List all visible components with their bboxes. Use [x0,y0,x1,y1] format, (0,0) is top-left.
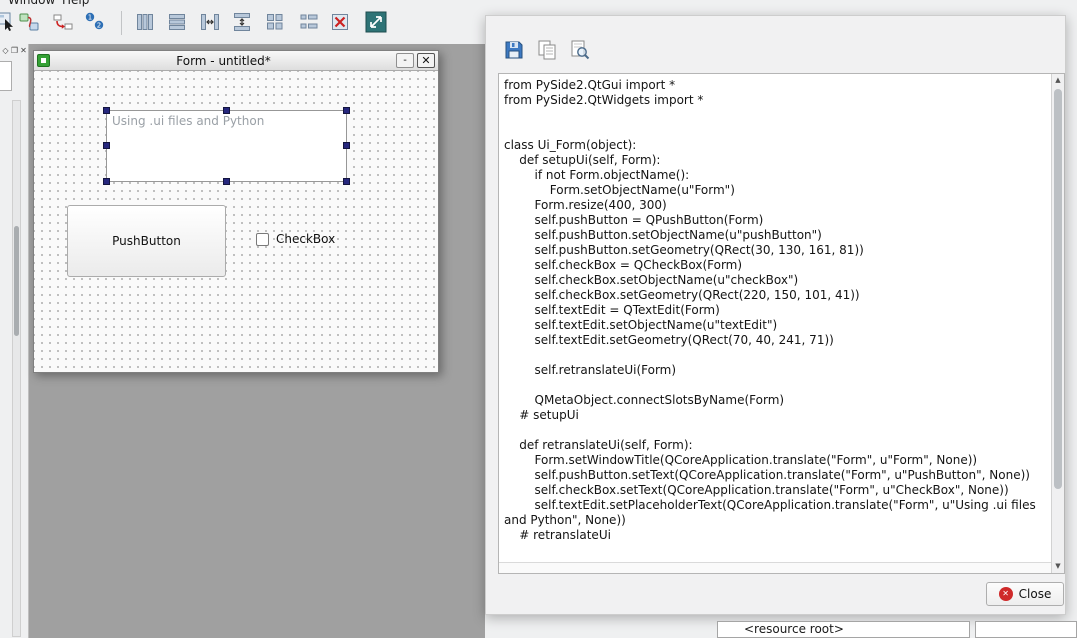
resize-handle-middle-right[interactable] [343,142,350,149]
scroll-down-icon[interactable]: ▼ [1052,560,1064,573]
resize-handle-bottom-left[interactable] [103,178,110,185]
code-vertical-scrollbar[interactable]: ▲ ▼ [1051,74,1064,573]
close-button[interactable]: ✕ [417,53,435,68]
resize-handle-top-right[interactable] [343,107,350,114]
form-window-icon [37,54,50,67]
svg-text:1: 1 [88,14,92,22]
layout-form-icon[interactable] [296,9,322,35]
dock-menu-icon[interactable]: ◇ [1,46,10,56]
resource-root-item[interactable]: <resource root> [717,621,970,638]
resource-preview-box [975,621,1077,638]
save-icon[interactable] [502,38,526,62]
pushbutton-widget[interactable]: PushButton [67,205,226,277]
adjust-size-icon[interactable] [363,9,389,35]
left-scrollbar[interactable] [12,100,21,637]
resize-handle-middle-left[interactable] [103,142,110,149]
close-button-label: Close [1019,587,1052,601]
layout-vertical-splitter-icon[interactable] [229,9,255,35]
code-scrollbar-thumb[interactable] [1054,89,1062,489]
preview-find-icon[interactable] [568,38,592,62]
left-scrollbar-thumb[interactable] [14,226,19,336]
checkbox-label: CheckBox [276,232,335,246]
layout-grid-icon[interactable] [262,9,288,35]
toolbar-separator [121,11,122,35]
form-window-title: Form - untitled* [54,54,393,68]
qt-designer-window: Window Help 12 [0,0,1077,638]
resize-handle-bottom-right[interactable] [343,178,350,185]
edit-buddies-icon[interactable] [50,9,76,35]
checkbox-box[interactable] [256,233,269,246]
dialog-close-button[interactable]: ✕ Close [986,582,1064,606]
textedit-placeholder: Using .ui files and Python [112,114,264,128]
code-horizontal-scrollbar[interactable] [499,562,1051,573]
layout-vertical-icon[interactable] [164,9,190,35]
close-circle-icon: ✕ [999,587,1013,601]
edit-signals-slots-icon[interactable] [16,9,42,35]
svg-text:2: 2 [97,22,101,30]
dock-float-icon[interactable]: ❐ [10,46,19,56]
textedit-widget[interactable]: Using .ui files and Python [106,110,347,182]
break-layout-icon[interactable] [327,9,353,35]
widget-box-panel: ◇ ❐ ✕ [0,44,29,638]
form-window-titlebar[interactable]: Form - untitled* - ✕ [34,51,438,71]
scroll-up-icon[interactable]: ▲ [1052,74,1064,87]
code-preview-dialog: from PySide2.QtGui import * from PySide2… [485,15,1066,615]
python-code[interactable]: from PySide2.QtGui import * from PySide2… [504,78,1046,559]
layout-horizontal-splitter-icon[interactable] [197,9,223,35]
minimize-button[interactable]: - [396,53,414,68]
layout-horizontal-icon[interactable] [132,9,158,35]
resource-root-label: <resource root> [744,622,844,636]
resize-handle-top-left[interactable] [103,107,110,114]
form-canvas[interactable]: Using .ui files and Python PushButton Ch… [34,71,438,372]
resize-handle-top-middle[interactable] [223,107,230,114]
main-toolbar: 12 [0,6,480,42]
dock-close-icon[interactable]: ✕ [19,46,28,56]
checkbox-widget[interactable]: CheckBox [256,232,335,246]
resize-handle-bottom-middle[interactable] [223,178,230,185]
copy-icon[interactable] [535,38,559,62]
edit-tab-order-icon[interactable]: 12 [82,9,108,35]
widgetbox-filter-input[interactable] [0,61,12,91]
code-editor[interactable]: from PySide2.QtGui import * from PySide2… [498,73,1065,574]
form-designer-window: Form - untitled* - ✕ Using .ui files and… [33,50,439,373]
